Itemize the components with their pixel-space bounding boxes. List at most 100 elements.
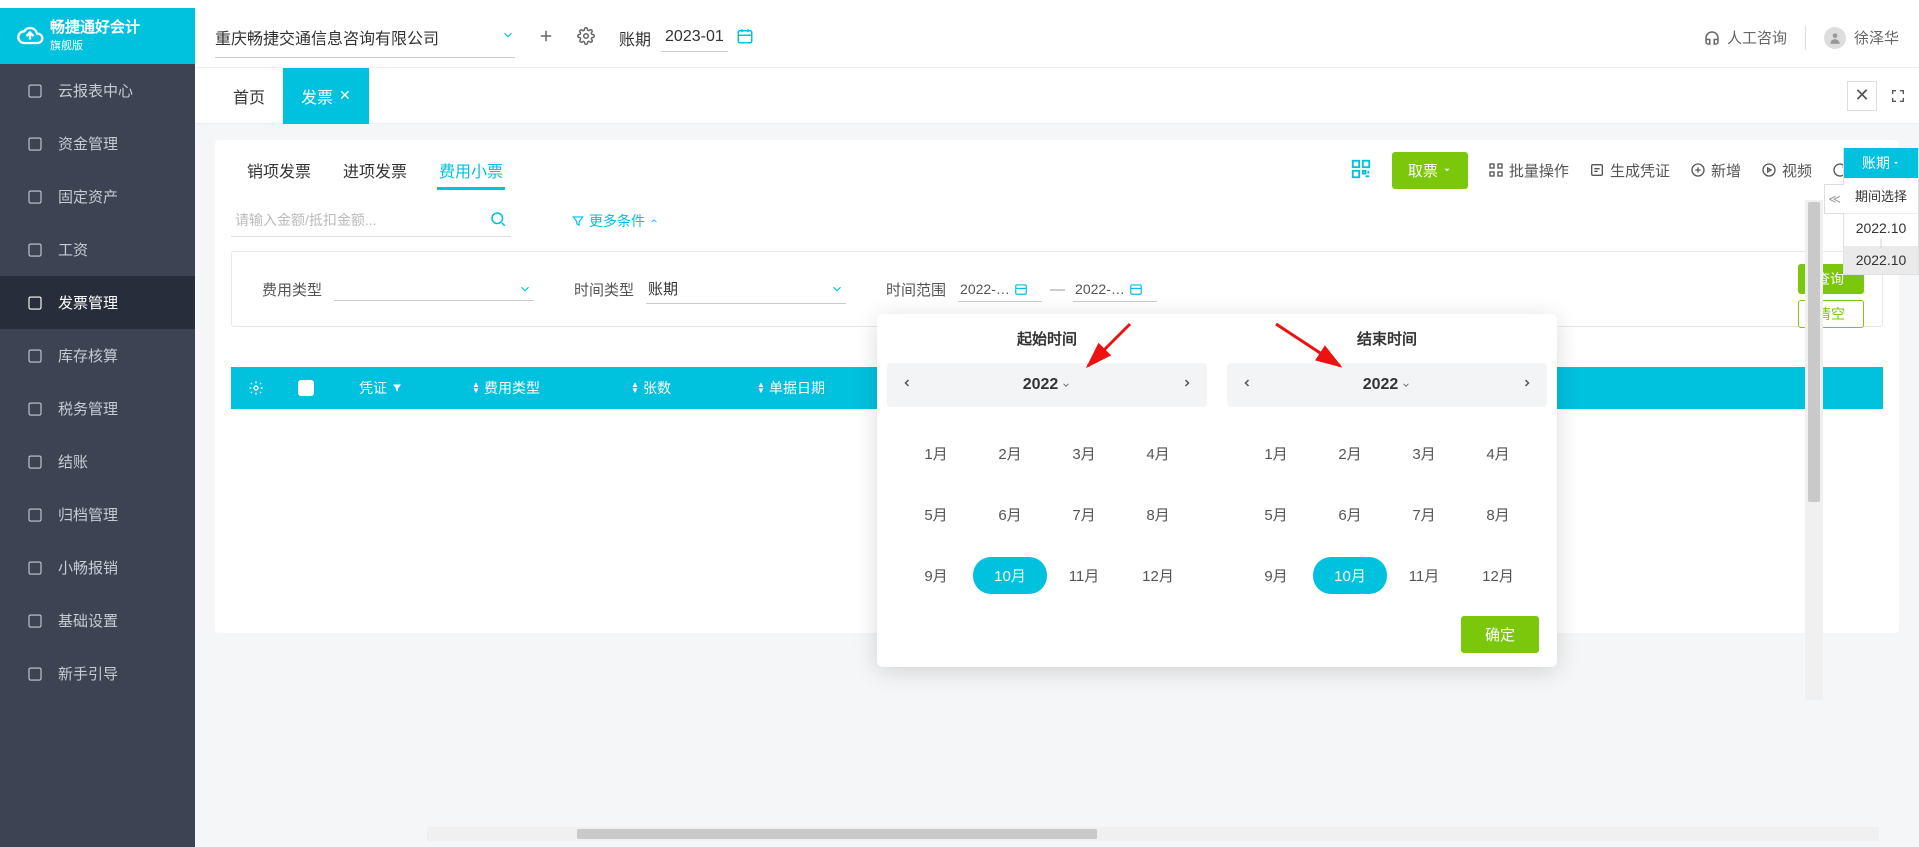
- sidebar-item-1[interactable]: 资金管理: [0, 117, 195, 170]
- cloud-upload-icon: [16, 22, 44, 50]
- end-date-column: 结束时间 2022 1月2月3月4月5月6月7月8月9月10月11月12月: [1217, 314, 1557, 610]
- sub-tab-0[interactable]: 销项发票: [231, 140, 327, 200]
- expense-type-select[interactable]: [334, 278, 534, 301]
- sidebar-item-3[interactable]: 工资: [0, 223, 195, 276]
- sidebar-item-label: 工资: [58, 239, 88, 260]
- confirm-button[interactable]: 确定: [1461, 616, 1539, 653]
- next-year-button[interactable]: [1521, 376, 1533, 394]
- sub-tab-1[interactable]: 进项发票: [327, 140, 423, 200]
- prev-year-button[interactable]: [901, 376, 913, 394]
- next-year-button[interactable]: [1181, 376, 1193, 394]
- month-option[interactable]: 1月: [1239, 435, 1313, 472]
- batch-operation-link[interactable]: 批量操作: [1488, 160, 1569, 181]
- page-tab-1[interactable]: 发票✕: [283, 68, 369, 124]
- sidebar-item-10[interactable]: 基础设置: [0, 594, 195, 647]
- more-filter-toggle[interactable]: 更多条件: [571, 211, 659, 231]
- time-type-select[interactable]: 账期: [646, 274, 846, 304]
- col-voucher[interactable]: 凭证: [331, 378, 431, 398]
- sidebar-item-4[interactable]: 发票管理: [0, 276, 195, 329]
- period-panel-expand[interactable]: ≪: [1824, 184, 1844, 214]
- month-option[interactable]: 9月: [899, 557, 973, 594]
- sidebar-item-11[interactable]: 新手引导: [0, 647, 195, 700]
- qrcode-icon[interactable]: [1350, 158, 1372, 183]
- search-input-wrap: [231, 204, 511, 237]
- month-option[interactable]: 2月: [973, 435, 1047, 472]
- support-link[interactable]: 人工咨询: [1703, 27, 1787, 48]
- horizontal-scrollbar[interactable]: [427, 827, 1879, 841]
- filter-row: 更多条件: [215, 200, 1899, 251]
- topbar: 重庆畅捷交通信息咨询有限公司 账期 2023-01 人工咨询 徐泽华: [195, 8, 1919, 68]
- time-range-label: 时间范围: [886, 279, 946, 300]
- sidebar-item-9[interactable]: 小畅报销: [0, 541, 195, 594]
- col-doc-date[interactable]: ▲▼ 单据日期: [721, 378, 861, 398]
- archive-icon: [26, 506, 44, 524]
- month-option[interactable]: 2月: [1313, 435, 1387, 472]
- month-option[interactable]: 6月: [973, 496, 1047, 533]
- amount-search-input[interactable]: [231, 204, 511, 236]
- date-from-input[interactable]: 2022-…: [958, 277, 1042, 302]
- month-option[interactable]: 7月: [1387, 496, 1461, 533]
- headset-icon: [1703, 29, 1721, 47]
- generate-voucher-link[interactable]: 生成凭证: [1589, 160, 1670, 181]
- brand-name: 畅捷通好会计: [50, 20, 140, 35]
- month-option[interactable]: 7月: [1047, 496, 1121, 533]
- month-option[interactable]: 9月: [1239, 557, 1313, 594]
- sidebar-item-6[interactable]: 税务管理: [0, 382, 195, 435]
- date-to-input[interactable]: 2022-…: [1073, 277, 1157, 302]
- company-selector[interactable]: 重庆畅捷交通信息咨询有限公司: [215, 18, 515, 58]
- expense-type-label: 费用类型: [262, 279, 322, 300]
- sidebar-item-2[interactable]: 固定资产: [0, 170, 195, 223]
- month-option[interactable]: 8月: [1121, 496, 1195, 533]
- divider: [1805, 26, 1806, 50]
- period-panel-head[interactable]: 账期: [1844, 148, 1918, 178]
- month-option[interactable]: 4月: [1461, 435, 1535, 472]
- caret-down-icon: [1442, 165, 1452, 175]
- month-option[interactable]: 10月: [1313, 557, 1387, 594]
- period-item[interactable]: 2022.10: [1844, 246, 1918, 274]
- month-option[interactable]: 3月: [1387, 435, 1461, 472]
- sidebar-item-5[interactable]: 库存核算: [0, 329, 195, 382]
- month-option[interactable]: 5月: [899, 496, 973, 533]
- add-icon[interactable]: [537, 27, 555, 48]
- user-menu[interactable]: 徐泽华: [1824, 27, 1899, 49]
- table-settings-gear-icon[interactable]: [231, 380, 281, 396]
- col-count[interactable]: ▲▼ 张数: [581, 378, 721, 398]
- col-expense-type[interactable]: ▲▼ 费用类型: [431, 378, 581, 398]
- select-all-checkbox[interactable]: [281, 380, 331, 396]
- month-option[interactable]: 5月: [1239, 496, 1313, 533]
- month-option[interactable]: 8月: [1461, 496, 1535, 533]
- month-option[interactable]: 3月: [1047, 435, 1121, 472]
- time-type-filter: 时间类型 账期: [574, 274, 846, 304]
- month-option[interactable]: 12月: [1461, 557, 1535, 594]
- add-link[interactable]: 新增: [1690, 160, 1741, 181]
- calendar-icon[interactable]: [736, 27, 754, 48]
- month-option[interactable]: 6月: [1313, 496, 1387, 533]
- sidebar-item-label: 小畅报销: [58, 557, 118, 578]
- close-tab-button[interactable]: ✕: [1847, 81, 1877, 111]
- end-year-select[interactable]: 2022: [1363, 376, 1412, 394]
- close-icon[interactable]: ✕: [339, 87, 351, 104]
- month-option[interactable]: 1月: [899, 435, 973, 472]
- gear-icon[interactable]: [577, 27, 595, 48]
- period-value[interactable]: 2023-01: [661, 23, 728, 52]
- start-date-title: 起始时间: [877, 314, 1217, 359]
- vertical-scrollbar[interactable]: [1805, 200, 1823, 700]
- sub-tab-2[interactable]: 费用小票: [423, 140, 519, 200]
- month-option[interactable]: 12月: [1121, 557, 1195, 594]
- fetch-invoice-button[interactable]: 取票: [1392, 152, 1468, 189]
- sort-icon: ▲▼: [631, 382, 639, 394]
- prev-year-button[interactable]: [1241, 376, 1253, 394]
- month-option[interactable]: 11月: [1047, 557, 1121, 594]
- sidebar-item-7[interactable]: 结账: [0, 435, 195, 488]
- fullscreen-icon[interactable]: [1887, 85, 1909, 107]
- fetch-label: 取票: [1408, 160, 1438, 181]
- month-option[interactable]: 10月: [973, 557, 1047, 594]
- video-link[interactable]: 视频: [1761, 160, 1812, 181]
- month-option[interactable]: 4月: [1121, 435, 1195, 472]
- page-tab-0[interactable]: 首页: [215, 68, 283, 124]
- start-year-select[interactable]: 2022: [1023, 376, 1072, 394]
- search-icon[interactable]: [489, 210, 507, 231]
- sidebar-item-8[interactable]: 归档管理: [0, 488, 195, 541]
- month-option[interactable]: 11月: [1387, 557, 1461, 594]
- sidebar-item-0[interactable]: 云报表中心: [0, 64, 195, 117]
